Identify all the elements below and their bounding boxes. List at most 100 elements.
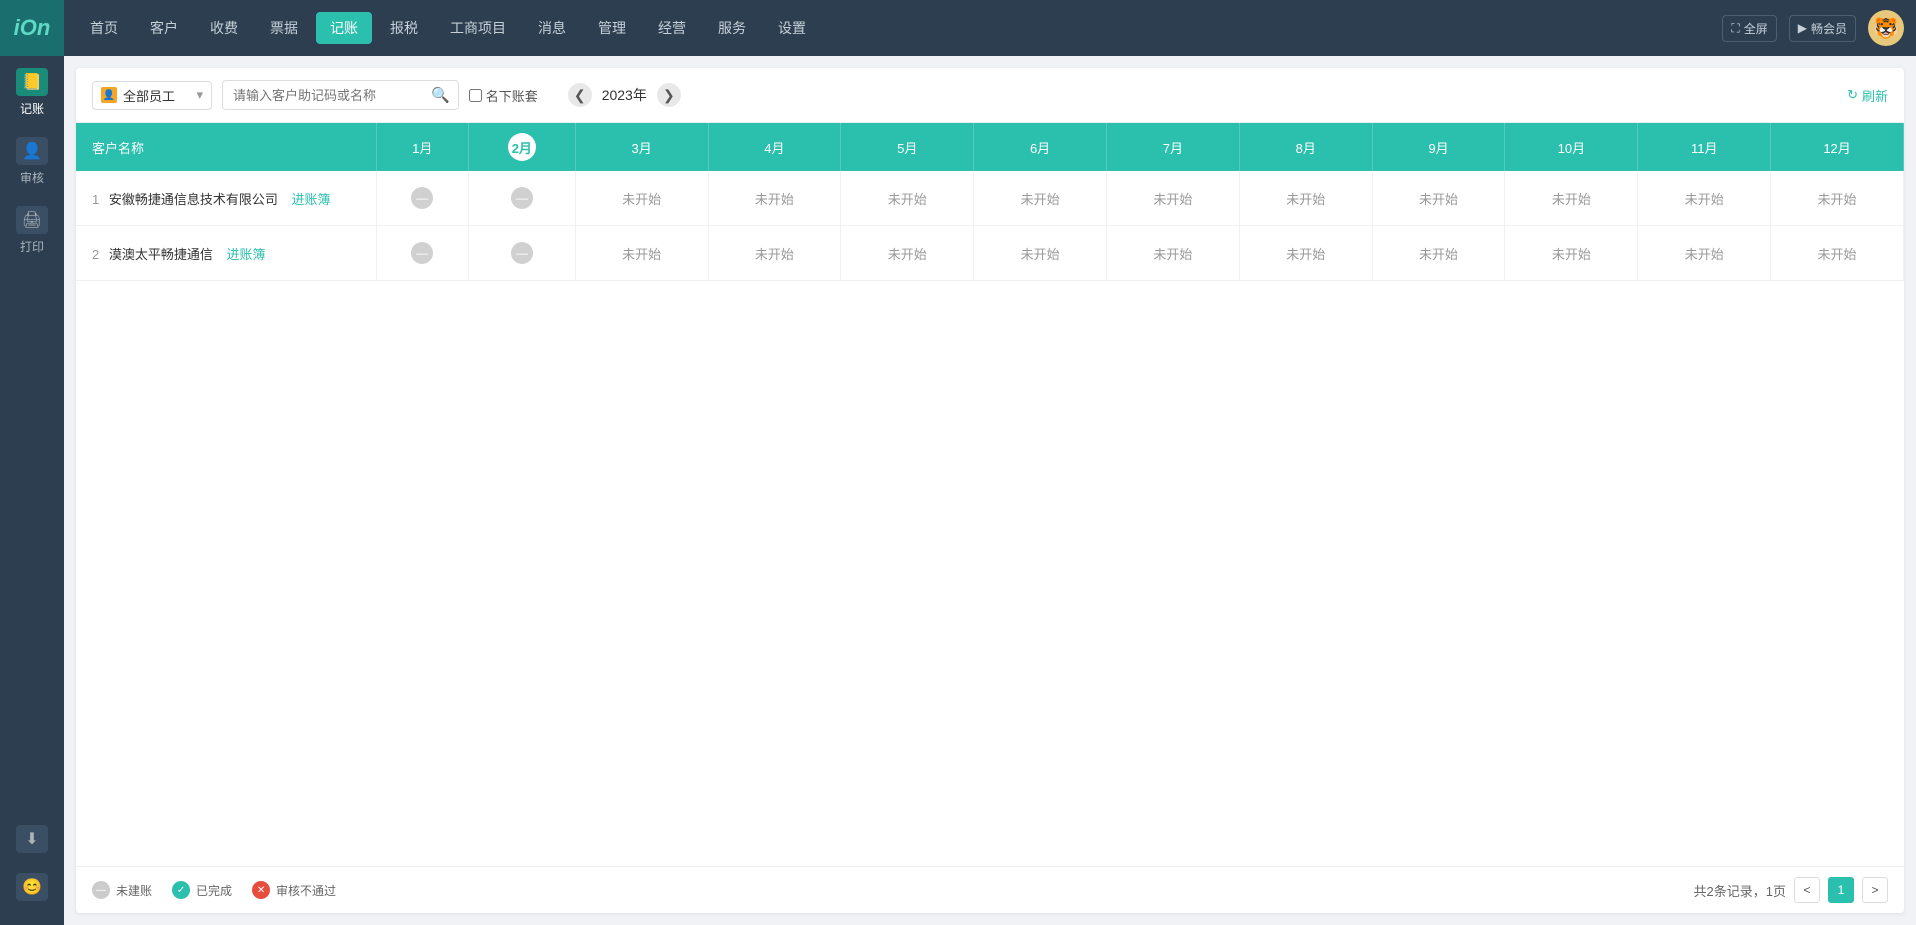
support-icon: 😊 xyxy=(16,873,48,901)
cell-month-9: 未开始 xyxy=(1372,171,1505,226)
sidebar-item-audit[interactable]: 👤 审核 xyxy=(0,125,64,194)
bookkeeping-icon: 📒 xyxy=(16,68,48,96)
print-icon: 🖨 xyxy=(16,206,48,234)
employee-select[interactable]: 👤 全部员工 ▾ xyxy=(92,81,212,110)
download-icon: ⬇ xyxy=(16,825,48,853)
enter-ledger-link[interactable]: 进账簿 xyxy=(292,192,331,207)
col-header-apr: 4月 xyxy=(708,123,841,171)
legend-label-completed: 已完成 xyxy=(196,882,232,899)
col-header-mar: 3月 xyxy=(575,123,708,171)
cell-month-6: 未开始 xyxy=(974,226,1107,281)
sidebar-item-download[interactable]: ⬇ xyxy=(16,813,48,861)
cell-month-2: — xyxy=(468,226,575,281)
vip-button[interactable]: ▶ 畅会员 xyxy=(1789,15,1856,42)
current-page-button[interactable]: 1 xyxy=(1828,877,1854,903)
avatar[interactable]: 🐯 xyxy=(1868,10,1904,46)
cell-month-7: 未开始 xyxy=(1106,226,1239,281)
legend-dot-grey: — xyxy=(92,881,110,899)
prev-year-button[interactable]: ❮ xyxy=(568,83,592,107)
col-header-dec: 12月 xyxy=(1771,123,1904,171)
pagination: 共2条记录，1页 < 1 > xyxy=(1694,877,1888,903)
nav-billing[interactable]: 收费 xyxy=(196,12,252,44)
legend-label-not-built: 未建账 xyxy=(116,882,152,899)
sidebar-logo: iOn xyxy=(0,0,64,56)
content-inner: 👤 全部员工 ▾ 🔍 名下账套 ❮ 2023年 ❯ xyxy=(76,68,1904,913)
legend-dot-teal: ✓ xyxy=(172,881,190,899)
nav-service[interactable]: 服务 xyxy=(704,12,760,44)
year-nav: ❮ 2023年 ❯ xyxy=(568,83,681,107)
col-header-jun: 6月 xyxy=(974,123,1107,171)
search-button[interactable]: 🔍 xyxy=(423,81,458,109)
prev-page-button[interactable]: < xyxy=(1794,877,1820,903)
cell-month-3: 未开始 xyxy=(575,226,708,281)
employee-label: 全部员工 xyxy=(123,86,175,105)
fullscreen-label: 全屏 xyxy=(1744,20,1768,37)
cell-month-8: 未开始 xyxy=(1239,171,1372,226)
total-text: 共2条记录，1页 xyxy=(1694,881,1786,900)
legend-not-built: — 未建账 xyxy=(92,881,152,899)
nav-home[interactable]: 首页 xyxy=(76,12,132,44)
sidebar-item-print[interactable]: 🖨 打印 xyxy=(0,194,64,263)
cell-month-5: 未开始 xyxy=(841,171,974,226)
dropdown-arrow: ▾ xyxy=(196,87,203,103)
status-dot-not-built: — xyxy=(411,187,433,209)
refresh-button[interactable]: ↻ 刷新 xyxy=(1847,86,1888,105)
table-row: 2 漠澳太平畅捷通信 进账簿——未开始未开始未开始未开始未开始未开始未开始未开始… xyxy=(76,226,1904,281)
nav-bookkeeping[interactable]: 记账 xyxy=(316,12,372,44)
legend-dot-red: ✕ xyxy=(252,881,270,899)
year-display: 2023年 xyxy=(602,85,647,105)
cell-client-name: 2 漠澳太平畅捷通信 进账簿 xyxy=(76,226,376,281)
col-header-jul: 7月 xyxy=(1106,123,1239,171)
nav-settings[interactable]: 设置 xyxy=(764,12,820,44)
cell-month-2: — xyxy=(468,171,575,226)
row-number: 1 xyxy=(92,192,99,207)
my-accounts-checkbox-label[interactable]: 名下账套 xyxy=(469,86,538,105)
fullscreen-icon: ⛶ xyxy=(1731,21,1739,36)
search-input[interactable] xyxy=(223,83,423,108)
cell-month-5: 未开始 xyxy=(841,226,974,281)
status-dot-not-built: — xyxy=(511,187,533,209)
refresh-icon: ↻ xyxy=(1847,87,1858,103)
fullscreen-button[interactable]: ⛶ 全屏 xyxy=(1722,15,1776,42)
enter-ledger-link[interactable]: 进账簿 xyxy=(227,247,266,262)
cell-month-6: 未开始 xyxy=(974,171,1107,226)
cell-month-12: 未开始 xyxy=(1771,226,1904,281)
nav-operation[interactable]: 经营 xyxy=(644,12,700,44)
active-month-circle: 2月 xyxy=(508,133,536,161)
col-header-aug: 8月 xyxy=(1239,123,1372,171)
search-input-wrap: 🔍 xyxy=(222,80,459,110)
main-wrap: 首页 客户 收费 票据 记账 报税 工商项目 消息 管理 经营 服务 设置 ⛶ … xyxy=(64,0,1916,925)
sidebar: iOn 📒 记账 👤 审核 🖨 打印 ⬇ 😊 xyxy=(0,0,64,925)
my-accounts-checkbox[interactable] xyxy=(469,89,482,102)
nav-tax[interactable]: 报税 xyxy=(376,12,432,44)
table-row: 1 安徽畅捷通信息技术有限公司 进账簿——未开始未开始未开始未开始未开始未开始未… xyxy=(76,171,1904,226)
cell-month-9: 未开始 xyxy=(1372,226,1505,281)
nav-client[interactable]: 客户 xyxy=(136,12,192,44)
cell-month-11: 未开始 xyxy=(1638,171,1771,226)
nav-business[interactable]: 工商项目 xyxy=(436,12,520,44)
table-wrap: 客户名称 1月 2月 3月 4月 xyxy=(76,123,1904,866)
cell-month-10: 未开始 xyxy=(1505,171,1638,226)
nav-message[interactable]: 消息 xyxy=(524,12,580,44)
play-icon: ▶ xyxy=(1798,21,1807,35)
col-header-feb: 2月 xyxy=(468,123,575,171)
topnav-right: ⛶ 全屏 ▶ 畅会员 🐯 xyxy=(1722,10,1904,46)
cell-month-12: 未开始 xyxy=(1771,171,1904,226)
sidebar-item-label-audit: 审核 xyxy=(20,169,44,186)
next-page-button[interactable]: > xyxy=(1862,877,1888,903)
client-name-text: 安徽畅捷通信息技术有限公司 xyxy=(109,192,278,207)
nav-invoice[interactable]: 票据 xyxy=(256,12,312,44)
col-header-sep: 9月 xyxy=(1372,123,1505,171)
sidebar-item-bookkeeping[interactable]: 📒 记账 xyxy=(0,56,64,125)
sidebar-item-support[interactable]: 😊 xyxy=(16,861,48,909)
cell-month-7: 未开始 xyxy=(1106,171,1239,226)
next-year-button[interactable]: ❯ xyxy=(657,83,681,107)
sidebar-bottom: ⬇ 😊 xyxy=(16,813,48,925)
row-number: 2 xyxy=(92,247,99,262)
nav-manage[interactable]: 管理 xyxy=(584,12,640,44)
cell-month-3: 未开始 xyxy=(575,171,708,226)
client-name-text: 漠澳太平畅捷通信 xyxy=(109,247,213,262)
legend-label-rejected: 审核不通过 xyxy=(276,882,336,899)
cell-month-1: — xyxy=(376,226,468,281)
col-header-jan: 1月 xyxy=(376,123,468,171)
